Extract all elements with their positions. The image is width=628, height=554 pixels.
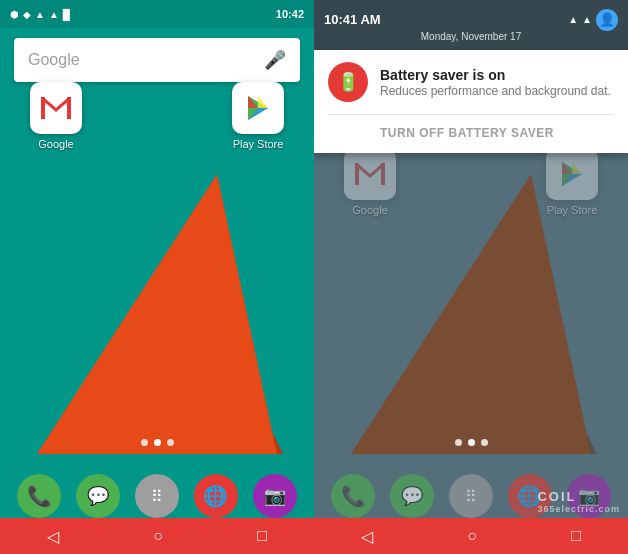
chrome-dock-icon[interactable]: 🌐 [194, 474, 238, 518]
left-nav-bar: ◁ ○ □ [0, 518, 314, 554]
notification-header: 🔋 Battery saver is on Reduces performanc… [314, 50, 628, 114]
notification-panel: 🔋 Battery saver is on Reduces performanc… [314, 50, 628, 153]
right-signal-icon: ▲ [582, 14, 592, 25]
turn-off-battery-saver-button[interactable]: TURN OFF BATTERY SAVER [380, 126, 554, 140]
right-status-bar: 10:41 AM ▲ ▲ 👤 Monday, November 17 [314, 0, 628, 50]
battery-saver-icon: 🔋 [328, 62, 368, 102]
back-nav-icon[interactable]: ◁ [47, 527, 59, 546]
notification-content: Battery saver is on Reduces performance … [380, 67, 614, 98]
right-dot-1 [455, 439, 462, 446]
left-status-icons-right: 10:42 [276, 8, 304, 20]
battery-icon-symbol: 🔋 [337, 71, 359, 93]
right-nav-bar: ◁ ○ □ [314, 518, 628, 554]
home-nav-icon[interactable]: ○ [153, 527, 163, 545]
phone-right: 10:41 AM ▲ ▲ 👤 Monday, November 17 🔋 Bat… [314, 0, 628, 554]
right-wifi-icon: ▲ [568, 14, 578, 25]
mic-icon[interactable]: 🎤 [264, 49, 286, 71]
search-placeholder: Google [28, 51, 80, 69]
svg-rect-8 [355, 163, 359, 185]
vibrate-icon: ◆ [23, 9, 31, 20]
right-back-nav-icon[interactable]: ◁ [361, 527, 373, 546]
playstore-label: Play Store [233, 138, 284, 150]
right-date: Monday, November 17 [421, 31, 521, 42]
svg-marker-13 [572, 162, 582, 174]
right-recents-nav-icon[interactable]: □ [571, 527, 581, 545]
right-google-app: Google [344, 148, 396, 216]
recents-nav-icon[interactable]: □ [257, 527, 267, 545]
left-time: 10:42 [276, 8, 304, 20]
right-hangouts-icon: 💬 [390, 474, 434, 518]
svg-rect-1 [41, 97, 45, 119]
hangouts-dock-icon[interactable]: 💬 [76, 474, 120, 518]
wifi-icon: ▲ [49, 9, 59, 20]
gmail-icon[interactable] [30, 82, 82, 134]
phone-dock-icon[interactable]: 📞 [17, 474, 61, 518]
right-triangle-main [351, 174, 591, 454]
dot-3 [167, 439, 174, 446]
right-playstore-label: Play Store [547, 204, 598, 216]
svg-rect-9 [381, 163, 385, 185]
right-gmail-icon [344, 148, 396, 200]
right-google-label: Google [352, 204, 387, 216]
bluetooth-icon: ⬢ [10, 9, 19, 20]
svg-rect-2 [67, 97, 71, 119]
left-google-app[interactable]: Google [30, 82, 82, 150]
phone-left: ⬢ ◆ ▲ ▲ █ 10:42 Google 🎤 [0, 0, 314, 554]
right-apps-icon: ⠿ [449, 474, 493, 518]
signal-icon: ▲ [35, 9, 45, 20]
battery-icon: █ [63, 9, 70, 20]
notification-description: Reduces performance and background dat. [380, 84, 614, 98]
right-status-icons: ▲ ▲ 👤 [568, 9, 618, 31]
apps-dock-icon[interactable]: ⠿ [135, 474, 179, 518]
dots-indicator [0, 439, 314, 446]
watermark: COIL 365electric.com [537, 489, 620, 514]
playstore-icon[interactable] [232, 82, 284, 134]
watermark-url: 365electric.com [537, 504, 620, 514]
right-playstore-app: Play Store [546, 148, 598, 216]
right-dots-indicator [314, 439, 628, 446]
dot-1 [141, 439, 148, 446]
triangle-main [37, 174, 277, 454]
camera-dock-icon[interactable]: 📷 [253, 474, 297, 518]
left-playstore-app[interactable]: Play Store [232, 82, 284, 150]
left-status-bar: ⬢ ◆ ▲ ▲ █ 10:42 [0, 0, 314, 28]
notification-action[interactable]: TURN OFF BATTERY SAVER [314, 115, 628, 153]
notification-title: Battery saver is on [380, 67, 614, 83]
right-dot-2 [468, 439, 475, 446]
right-home-nav-icon[interactable]: ○ [467, 527, 477, 545]
right-dot-3 [481, 439, 488, 446]
right-app-row-top: Google Play Store [314, 148, 628, 216]
dot-2 [154, 439, 161, 446]
left-bottom-dock: 📞 💬 ⠿ 🌐 📷 [0, 474, 314, 518]
right-time: 10:41 AM [324, 12, 381, 27]
svg-marker-6 [258, 96, 268, 108]
right-playstore-icon [546, 148, 598, 200]
user-avatar: 👤 [596, 9, 618, 31]
watermark-coil: COIL [537, 489, 620, 504]
left-status-icons-left: ⬢ ◆ ▲ ▲ █ [10, 9, 70, 20]
main-container: ⬢ ◆ ▲ ▲ █ 10:42 Google 🎤 [0, 0, 628, 554]
left-triangle-bg [0, 134, 314, 454]
right-phone-icon: 📞 [331, 474, 375, 518]
search-bar[interactable]: Google 🎤 [14, 38, 300, 82]
google-label: Google [38, 138, 73, 150]
left-app-row-top: Google Play Store [0, 82, 314, 150]
